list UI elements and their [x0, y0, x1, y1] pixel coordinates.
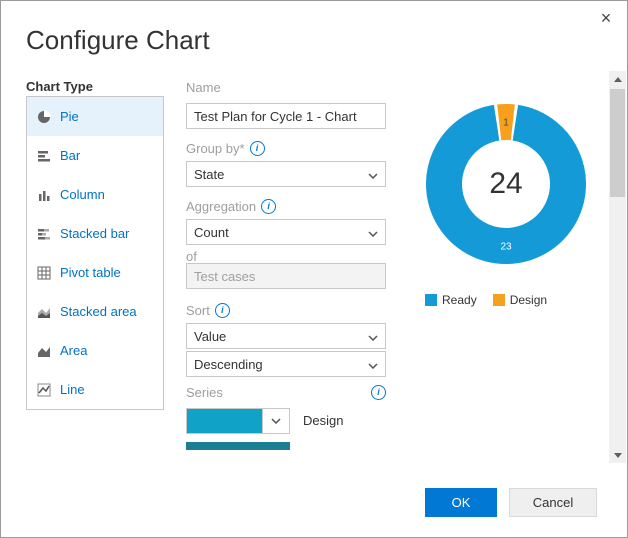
- cancel-button[interactable]: Cancel: [509, 488, 597, 517]
- info-icon[interactable]: [249, 141, 265, 156]
- column-chart-icon: [37, 188, 51, 202]
- configure-chart-dialog: × Configure Chart Chart Type Pie Bar Col…: [0, 0, 628, 538]
- name-label: Name: [186, 80, 221, 95]
- sort-label: Sort: [186, 303, 210, 318]
- legend-swatch-design: [492, 294, 505, 306]
- aggregation-dropdown[interactable]: Count: [186, 219, 386, 245]
- chart-type-label: Area: [60, 343, 88, 358]
- chart-type-label: Line: [60, 382, 85, 397]
- donut-slice-label: 23: [500, 242, 512, 253]
- chevron-down-icon: [368, 225, 378, 240]
- series-label: Series: [186, 385, 223, 400]
- sort-field-value: Value: [194, 328, 227, 344]
- name-input[interactable]: [186, 103, 386, 129]
- chart-type-item-line[interactable]: Line: [27, 370, 163, 409]
- legend-item-ready: Ready: [425, 293, 477, 307]
- scroll-up-arrow-icon[interactable]: [609, 71, 626, 87]
- chevron-down-icon: [368, 357, 378, 372]
- dialog-title: Configure Chart: [26, 25, 210, 55]
- close-icon[interactable]: ×: [595, 7, 617, 29]
- chevron-down-icon: [368, 167, 378, 182]
- chart-type-item-area[interactable]: Area: [27, 331, 163, 370]
- stacked-area-icon: [37, 305, 51, 319]
- donut-chart: 1 23: [421, 99, 591, 269]
- chart-type-label: Stacked area: [60, 304, 137, 319]
- chart-type-label: Stacked bar: [60, 226, 130, 241]
- series-color-dropdown[interactable]: [186, 408, 290, 434]
- legend-item-design: Design: [492, 293, 548, 307]
- legend-label-ready: Ready: [442, 293, 477, 307]
- group-by-label: Group by*: [186, 141, 245, 156]
- area-chart-icon: [37, 344, 51, 358]
- series-label-row: Series: [186, 385, 386, 400]
- aggregation-label: Aggregation: [186, 199, 257, 214]
- chart-type-item-pie[interactable]: Pie: [27, 97, 163, 136]
- chart-type-label: Bar: [60, 148, 81, 163]
- line-chart-icon: [37, 383, 51, 397]
- series-color-swatch: [187, 409, 262, 433]
- of-label: of: [186, 249, 197, 264]
- sort-field-dropdown[interactable]: Value: [186, 323, 386, 349]
- legend-label-design: Design: [509, 293, 548, 307]
- bar-chart-icon: [37, 149, 51, 163]
- ok-button[interactable]: OK: [425, 488, 497, 517]
- scroll-down-arrow-icon[interactable]: [609, 447, 626, 463]
- of-input: [186, 263, 386, 289]
- chart-type-item-stacked-bar[interactable]: Stacked bar: [27, 214, 163, 253]
- group-by-label-row: Group by*: [186, 141, 265, 156]
- donut-chart-svg: 1 23: [426, 104, 586, 264]
- donut-slice-label: 1: [503, 118, 509, 129]
- chart-type-label: Column: [60, 187, 105, 202]
- chevron-down-icon: [262, 409, 289, 433]
- chart-type-item-pivot-table[interactable]: Pivot table: [27, 253, 163, 292]
- chart-legend: Ready Design: [425, 293, 563, 307]
- scrollbar-thumb[interactable]: [610, 89, 625, 197]
- pie-icon: [37, 109, 51, 124]
- chart-type-list: Pie Bar Column Stacked bar Pivot table S…: [26, 96, 164, 410]
- group-by-dropdown[interactable]: State: [186, 161, 386, 187]
- chart-type-item-stacked-area[interactable]: Stacked area: [27, 292, 163, 331]
- sort-direction-dropdown[interactable]: Descending: [186, 351, 386, 377]
- donut-slice-ready: [426, 104, 586, 264]
- group-by-value: State: [194, 166, 225, 182]
- info-icon[interactable]: [214, 303, 230, 318]
- chevron-down-icon: [368, 329, 378, 344]
- chart-type-label: Pivot table: [60, 265, 121, 280]
- aggregation-label-row: Aggregation: [186, 199, 277, 214]
- pivot-table-icon: [37, 266, 51, 280]
- chart-type-heading: Chart Type: [26, 79, 93, 94]
- info-icon[interactable]: [371, 385, 386, 400]
- aggregation-value: Count: [194, 224, 229, 240]
- series-color-swatch-partial[interactable]: [186, 442, 290, 450]
- vertical-scrollbar[interactable]: [609, 71, 626, 463]
- stacked-bar-icon: [37, 227, 51, 241]
- chart-type-label: Pie: [60, 109, 79, 124]
- chart-type-item-column[interactable]: Column: [27, 175, 163, 214]
- sort-direction-value: Descending: [194, 356, 263, 372]
- legend-swatch-ready: [425, 294, 437, 306]
- series-name-label: Design: [303, 413, 344, 428]
- sort-label-row: Sort: [186, 303, 230, 318]
- info-icon[interactable]: [261, 199, 277, 214]
- chart-type-item-bar[interactable]: Bar: [27, 136, 163, 175]
